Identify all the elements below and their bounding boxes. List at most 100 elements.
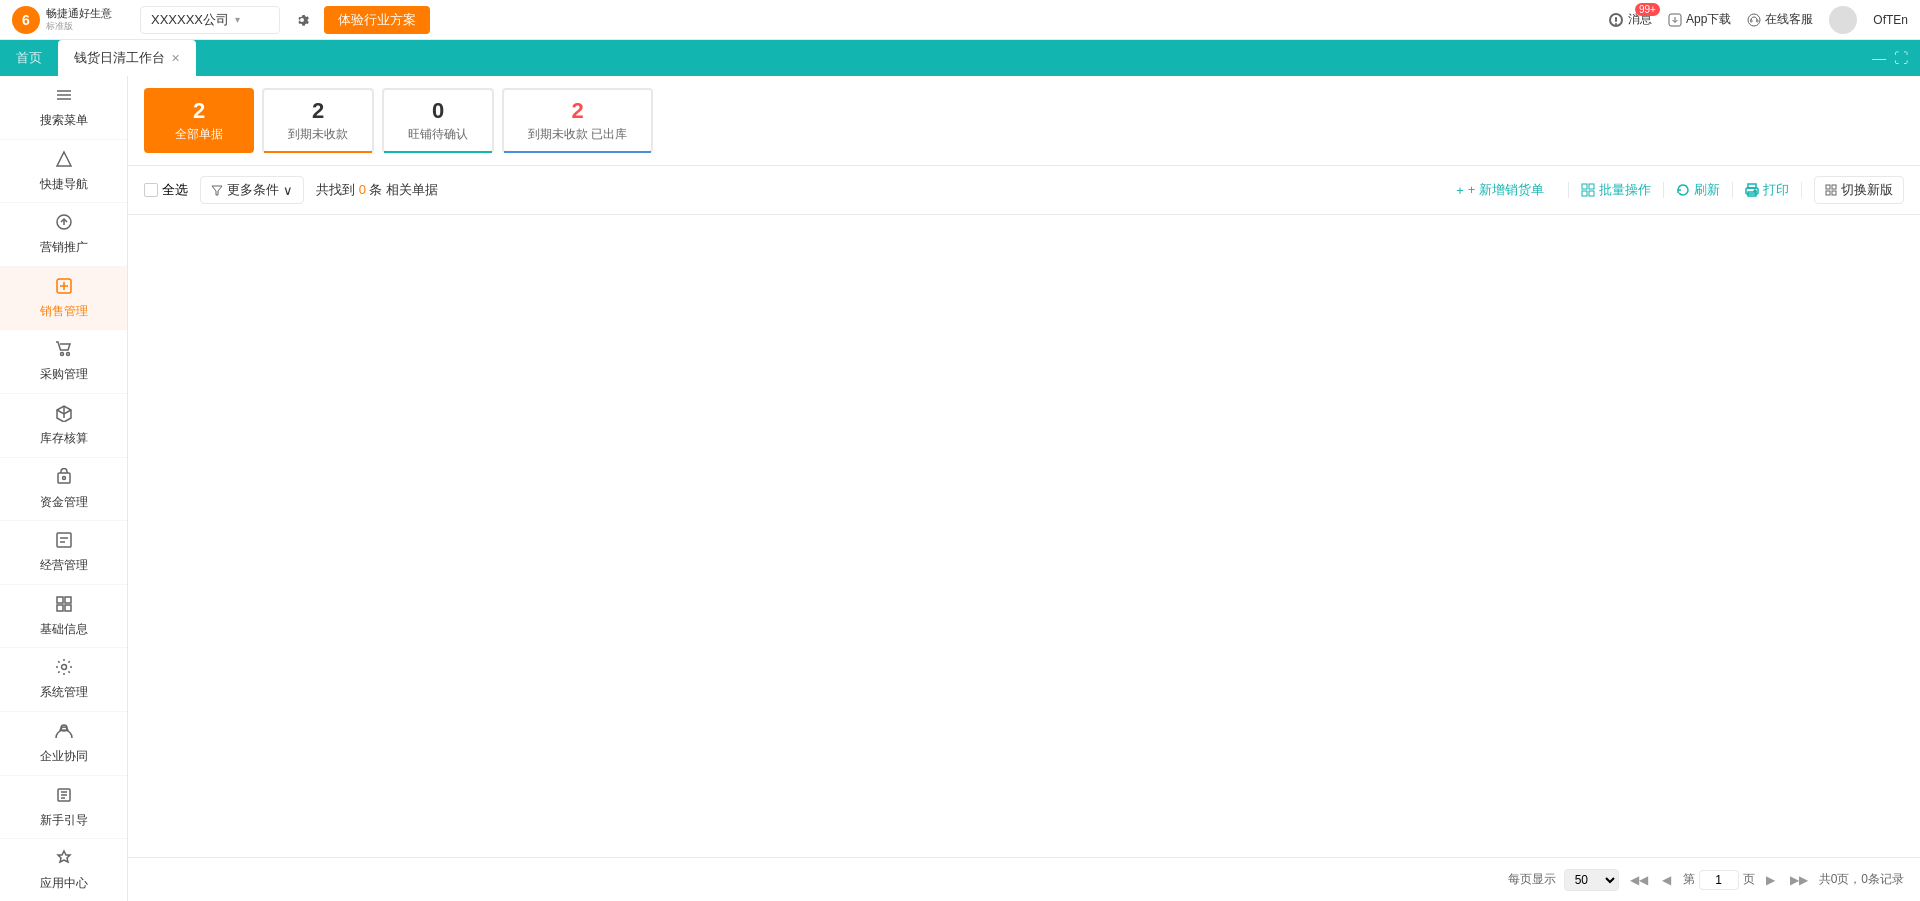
svg-rect-10 (58, 473, 70, 483)
add-order-button[interactable]: + + 新增销货单 (1444, 177, 1556, 203)
sidebar-label-system: 系统管理 (40, 685, 88, 701)
toolbar-divider-1 (1568, 182, 1569, 198)
print-label: 打印 (1763, 181, 1789, 199)
svg-rect-34 (1832, 191, 1836, 195)
select-all-checkbox[interactable] (144, 183, 158, 197)
card-label-all: 全部单据 (175, 126, 223, 143)
operations-icon (55, 531, 73, 554)
tab-home[interactable]: 首页 (0, 40, 58, 76)
logo-area: 6 畅捷通好生意 标准版 (12, 6, 140, 34)
top-header: 6 畅捷通好生意 标准版 XXXXXX公司 ▾ 体验行业方案 消息 99+ Ap… (0, 0, 1920, 40)
sidebar-label-quick-nav: 快捷导航 (40, 177, 88, 193)
system-icon (55, 658, 73, 681)
purchase-icon (55, 340, 73, 363)
sidebar-item-guide[interactable]: 新手引导 (0, 776, 127, 840)
page-label-pre: 第 (1683, 871, 1695, 888)
svg-rect-25 (1582, 191, 1587, 196)
svg-point-8 (60, 353, 63, 356)
sidebar-label-app-center: 应用中心 (40, 876, 88, 892)
refresh-button[interactable]: 刷新 (1676, 181, 1720, 199)
sidebar-item-basic-info[interactable]: 基础信息 (0, 585, 127, 649)
refresh-label: 刷新 (1694, 181, 1720, 199)
next-page-button[interactable]: ▶ (1759, 868, 1783, 892)
sidebar-label-search-menu: 搜索菜单 (40, 113, 88, 129)
toolbar-divider-3 (1732, 182, 1733, 198)
main-layout: 搜索菜单 快捷导航 营销推广 销售管理 采购管理 (0, 76, 1920, 901)
page-nav: ◀◀ ◀ 第 页 ▶ ▶▶ (1627, 868, 1811, 892)
sidebar-item-sales[interactable]: 销售管理 (0, 267, 127, 331)
tab-bar: 首页 钱货日清工作台 ✕ — ⛶ (0, 40, 1920, 76)
summary-card-all[interactable]: 2 全部单据 (144, 88, 254, 153)
tab-workbench[interactable]: 钱货日清工作台 ✕ (58, 40, 196, 76)
quick-nav-icon (55, 150, 73, 173)
basic-info-icon (55, 595, 73, 618)
card-underline-shipped (504, 151, 651, 153)
svg-marker-22 (212, 186, 222, 195)
summary-card-overdue[interactable]: 2 到期未收款 (262, 88, 374, 153)
company-selector[interactable]: XXXXXX公司 ▾ (140, 6, 280, 34)
svg-point-30 (1754, 190, 1756, 192)
per-page-label: 每页显示 (1508, 871, 1556, 888)
summary-cards: 2 全部单据 2 到期未收款 0 旺铺待确认 2 到期未收款 已出库 (128, 76, 1920, 166)
svg-point-19 (61, 665, 66, 670)
user-avatar[interactable] (1829, 6, 1857, 34)
gear-button[interactable] (288, 6, 316, 34)
svg-point-9 (66, 353, 69, 356)
online-service-button[interactable]: 在线客服 (1747, 11, 1813, 28)
company-name: XXXXXX公司 (151, 11, 229, 29)
svg-rect-18 (65, 605, 71, 611)
svg-rect-16 (65, 597, 71, 603)
svg-rect-24 (1589, 184, 1594, 189)
switch-label: 切换新版 (1841, 181, 1893, 199)
switch-version-button[interactable]: 切换新版 (1814, 176, 1904, 204)
print-button[interactable]: 打印 (1745, 181, 1789, 199)
toolbar-right: + + 新增销货单 批量操作 刷新 打印 (1444, 176, 1904, 204)
batch-op-button[interactable]: 批量操作 (1581, 181, 1651, 199)
summary-card-wangpu[interactable]: 0 旺铺待确认 (382, 88, 494, 153)
trial-button[interactable]: 体验行业方案 (324, 6, 430, 34)
app-download-button[interactable]: App下载 (1668, 11, 1731, 28)
logo-badge: 标准版 (46, 20, 112, 33)
last-page-button[interactable]: ▶▶ (1787, 868, 1811, 892)
sidebar-label-basic-info: 基础信息 (40, 622, 88, 638)
logo-text: 畅捷通好生意 (46, 6, 112, 20)
filter-button[interactable]: 更多条件 ∨ (200, 176, 304, 204)
sidebar-item-quick-nav[interactable]: 快捷导航 (0, 140, 127, 204)
finance-icon (55, 468, 73, 491)
svg-rect-23 (1582, 184, 1587, 189)
total-info: 共0页，0条记录 (1819, 871, 1904, 888)
sidebar-item-marketing[interactable]: 营销推广 (0, 203, 127, 267)
card-label-wangpu: 旺铺待确认 (408, 126, 468, 143)
found-unit: 条 (369, 182, 382, 197)
svg-rect-26 (1589, 191, 1594, 196)
guide-icon (55, 786, 73, 809)
sidebar-item-finance[interactable]: 资金管理 (0, 458, 127, 522)
svg-rect-12 (57, 533, 71, 547)
message-button[interactable]: 消息 99+ (1608, 11, 1652, 28)
sidebar-item-search-menu[interactable]: 搜索菜单 (0, 76, 127, 140)
inventory-icon (55, 404, 73, 427)
sidebar-item-operations[interactable]: 经营管理 (0, 521, 127, 585)
sidebar-item-enterprise[interactable]: 企业协同 (0, 712, 127, 776)
tab-minimize-icon[interactable]: — (1872, 50, 1886, 66)
tab-home-label: 首页 (16, 49, 42, 67)
sidebar-item-system[interactable]: 系统管理 (0, 648, 127, 712)
page-number-input[interactable] (1699, 870, 1739, 890)
card-underline-overdue (264, 151, 372, 153)
sidebar-item-app-center[interactable]: 应用中心 (0, 839, 127, 901)
first-page-button[interactable]: ◀◀ (1627, 868, 1651, 892)
prev-page-button[interactable]: ◀ (1655, 868, 1679, 892)
toolbar-divider-4 (1801, 182, 1802, 198)
select-all[interactable]: 全选 (144, 181, 188, 199)
sidebar-item-purchase[interactable]: 采购管理 (0, 330, 127, 394)
svg-rect-15 (57, 597, 63, 603)
summary-card-shipped[interactable]: 2 到期未收款 已出库 (502, 88, 653, 153)
logo-icon: 6 (12, 6, 40, 34)
found-prefix: 共找到 (316, 182, 355, 197)
tab-close-icon[interactable]: ✕ (171, 52, 180, 65)
sidebar-item-inventory[interactable]: 库存核算 (0, 394, 127, 458)
app-center-icon (55, 849, 73, 872)
per-page-select[interactable]: 50 100 200 (1564, 869, 1619, 891)
tab-maximize-icon[interactable]: ⛶ (1894, 50, 1908, 66)
marketing-icon (55, 213, 73, 236)
